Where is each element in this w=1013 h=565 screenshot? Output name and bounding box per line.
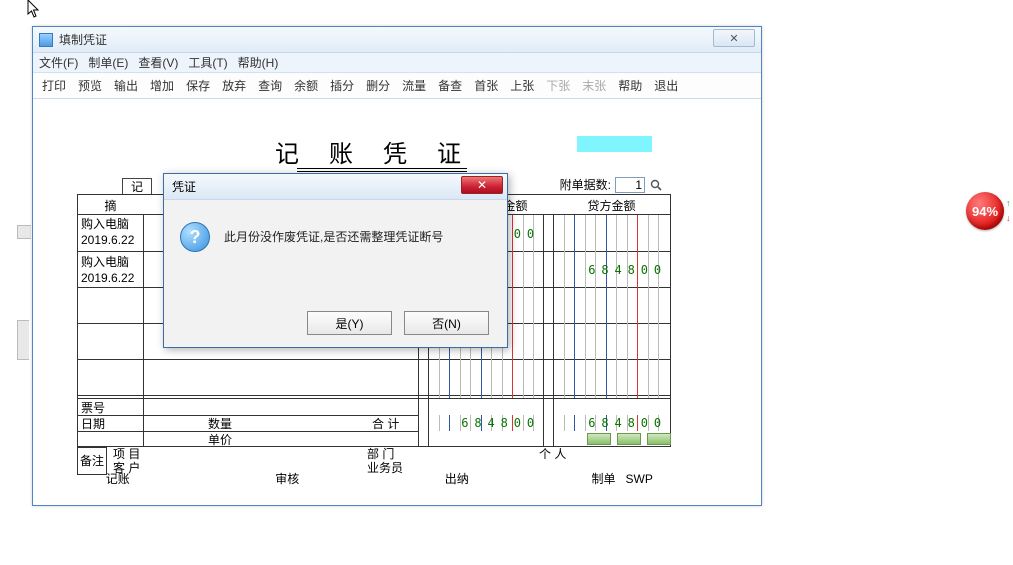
tb-flow[interactable]: 流量 (399, 75, 429, 96)
row0-summary: 购入电脑 (81, 217, 129, 231)
attachments-input[interactable] (615, 177, 645, 193)
note-icons (587, 433, 671, 445)
toolbar: 打印 预览 输出 增加 保存 放弃 查询 余额 插分 删分 流量 备查 首张 上… (33, 73, 761, 99)
row1-summary: 购入电脑 (81, 255, 129, 269)
dialog-titlebar: 凭证 ✕ (164, 174, 507, 200)
tb-print[interactable]: 打印 (39, 75, 69, 96)
dialog-close-button[interactable]: ✕ (461, 176, 503, 194)
f-xiangmu: 项 目 (113, 447, 140, 461)
f-heji: 合 计 (372, 415, 399, 432)
menu-view[interactable]: 查看(V) (138, 54, 178, 71)
menu-file[interactable]: 文件(F) (39, 54, 78, 71)
tb-output[interactable]: 输出 (111, 75, 141, 96)
tb-next: 下张 (543, 75, 573, 96)
tb-lookup[interactable]: 备查 (435, 75, 465, 96)
dialog-title: 凭证 (172, 178, 196, 195)
signatures: 记账 审核 出纳 制单 SWP (33, 470, 761, 487)
badge-arrows: ↑ ↓ (1006, 199, 1011, 223)
row1-date: 2019.6.22 (81, 271, 134, 285)
f-danjia: 单价 (208, 431, 232, 448)
sig-zhidan-name: SWP (626, 472, 653, 486)
f-bumen: 部 门 (367, 447, 394, 461)
attachments-row: 附单据数: (560, 176, 663, 193)
tb-insert[interactable]: 插分 (327, 75, 357, 96)
dialog-message: 此月份没作废凭证,是否还需整理凭证断号 (224, 222, 443, 245)
note-icon[interactable] (587, 433, 611, 445)
dialog-no-button[interactable]: 否(N) (404, 311, 489, 335)
f-piaohao: 票号 (81, 399, 105, 416)
menu-form[interactable]: 制单(E) (88, 54, 128, 71)
sig-zhidan-label: 制单 (592, 472, 616, 486)
window-title: 填制凭证 (59, 31, 107, 48)
note-icon[interactable] (617, 433, 641, 445)
confirm-dialog: 凭证 ✕ ? 此月份没作废凭证,是否还需整理凭证断号 是(Y) 否(N) (163, 173, 508, 348)
sig-shenhe: 审核 (203, 470, 373, 487)
app-icon (39, 33, 53, 47)
note-icon[interactable] (647, 433, 671, 445)
cursor-arrow (27, 0, 43, 19)
sig-jizhang: 记账 (33, 470, 203, 487)
sig-chuna: 出纳 (372, 470, 542, 487)
arrow-up-icon[interactable]: ↑ (1006, 199, 1011, 208)
tb-exit[interactable]: 退出 (651, 75, 681, 96)
menu-tools[interactable]: 工具(T) (188, 54, 227, 71)
col-credit-amt: 贷方金额 (553, 195, 670, 215)
total-debit: 684800 (461, 416, 540, 430)
titlebar: 填制凭证 ✕ (33, 27, 761, 53)
status-badge-widget[interactable]: 94% ↑ ↓ (966, 190, 1012, 232)
voucher-type-tab[interactable]: 记 (122, 178, 152, 194)
tb-last: 末张 (579, 75, 609, 96)
close-button[interactable]: ✕ (713, 29, 755, 47)
grid-footer: 票号 日期 数量 单价 合 计 684800 (78, 398, 670, 446)
tb-discard[interactable]: 放弃 (219, 75, 249, 96)
tb-balance[interactable]: 余额 (291, 75, 321, 96)
bg-fragment (17, 225, 31, 239)
total-credit: 684800 (588, 416, 667, 430)
tb-add[interactable]: 增加 (147, 75, 177, 96)
arrow-down-icon[interactable]: ↓ (1006, 214, 1011, 223)
tb-prev[interactable]: 上张 (507, 75, 537, 96)
title-underline (297, 171, 467, 172)
question-icon: ? (180, 222, 210, 252)
attachments-label: 附单据数: (560, 176, 611, 193)
menubar: 文件(F) 制单(E) 查看(V) 工具(T) 帮助(H) (33, 53, 761, 73)
f-shuliang: 数量 (208, 415, 232, 432)
f-riqi: 日期 (81, 415, 105, 432)
highlight-mark (577, 136, 652, 152)
dialog-yes-button[interactable]: 是(Y) (307, 311, 392, 335)
title-underline (297, 168, 467, 169)
col-summary: 摘 (78, 195, 143, 215)
tb-query[interactable]: 查询 (255, 75, 285, 96)
f-geren: 个 人 (539, 447, 566, 461)
bg-fragment (17, 320, 29, 360)
tb-preview[interactable]: 预览 (75, 75, 105, 96)
menu-help[interactable]: 帮助(H) (238, 54, 279, 71)
row0-date: 2019.6.22 (81, 233, 134, 247)
magnifier-icon[interactable] (649, 178, 663, 192)
status-badge: 94% (966, 192, 1004, 230)
tb-first[interactable]: 首张 (471, 75, 501, 96)
tb-help[interactable]: 帮助 (615, 75, 645, 96)
tb-save[interactable]: 保存 (183, 75, 213, 96)
credit-column: 684800 (553, 215, 670, 398)
row1-credit: 684800 (588, 263, 667, 277)
tb-delete[interactable]: 删分 (363, 75, 393, 96)
